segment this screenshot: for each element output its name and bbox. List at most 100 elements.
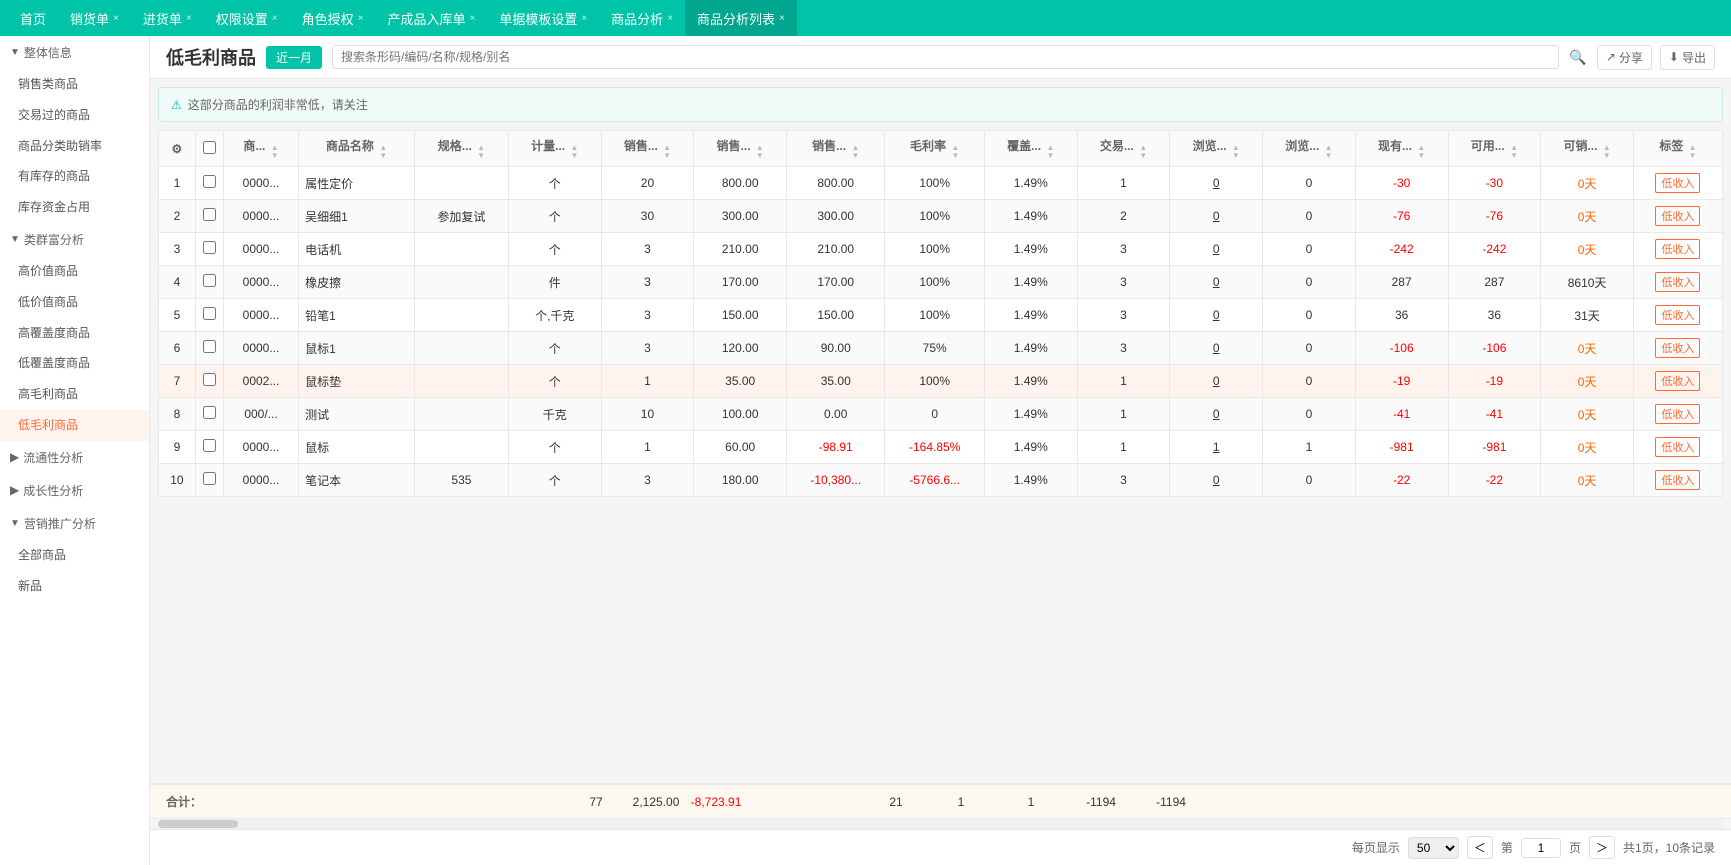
nav-close-role-auth[interactable]: × bbox=[358, 13, 364, 24]
sidebar-group-growth[interactable]: ▶ 成长性分析 bbox=[0, 474, 149, 507]
cell-sales-price: 35.00 bbox=[694, 365, 787, 398]
cell-gross-margin: 100% bbox=[885, 365, 984, 398]
nav-close-sales-order[interactable]: × bbox=[113, 13, 119, 24]
sidebar-group-circulation[interactable]: ▶ 流通性分析 bbox=[0, 441, 149, 474]
nav-sales-order[interactable]: 销货单 × bbox=[58, 0, 131, 36]
cell-view1[interactable]: 0 bbox=[1170, 398, 1263, 431]
cell-gross-margin: 75% bbox=[885, 332, 984, 365]
sidebar-group-overall[interactable]: ▼ 整体信息 bbox=[0, 36, 149, 69]
nav-purchase-order[interactable]: 进货单 × bbox=[131, 0, 204, 36]
sidebar-item-high-coverage[interactable]: 高覆盖度商品 bbox=[0, 318, 149, 349]
nav-close-analysis-list[interactable]: × bbox=[779, 13, 785, 24]
cell-view1[interactable]: 0 bbox=[1170, 200, 1263, 233]
nav-close-template[interactable]: × bbox=[581, 13, 587, 24]
cell-checkbox[interactable] bbox=[195, 332, 223, 365]
top-nav: 首页 销货单 × 进货单 × 权限设置 × 角色授权 × 产成品入库单 × 单据… bbox=[0, 0, 1731, 36]
cell-checkbox[interactable] bbox=[195, 266, 223, 299]
footer-current-stock: -1194 bbox=[1066, 795, 1136, 809]
sidebar-group-marketing[interactable]: ▼ 营销推广分析 bbox=[0, 507, 149, 540]
nav-close-purchase-order[interactable]: × bbox=[186, 13, 192, 24]
nav-home[interactable]: 首页 bbox=[8, 0, 58, 36]
col-tag: 标签 ▲▼ bbox=[1633, 131, 1722, 167]
sidebar-item-new-products[interactable]: 新品 bbox=[0, 571, 149, 602]
col-settings[interactable]: ⚙ bbox=[159, 131, 196, 167]
cell-unit: 个 bbox=[508, 365, 601, 398]
nav-template-settings[interactable]: 单据模板设置 × bbox=[487, 0, 599, 36]
nav-role-auth[interactable]: 角色授权 × bbox=[290, 0, 376, 36]
row-checkbox[interactable] bbox=[203, 307, 216, 320]
row-checkbox[interactable] bbox=[203, 439, 216, 452]
search-input[interactable] bbox=[332, 45, 1559, 69]
cell-trade-count: 3 bbox=[1077, 464, 1170, 497]
export-button[interactable]: ⬇ 导出 bbox=[1660, 45, 1715, 70]
col-view1: 浏览... ▲▼ bbox=[1170, 131, 1263, 167]
row-checkbox[interactable] bbox=[203, 175, 216, 188]
table-row: 5 0000... 铅笔1 个,千克 3 150.00 150.00 100% … bbox=[159, 299, 1723, 332]
sidebar-item-high-margin[interactable]: 高毛利商品 bbox=[0, 379, 149, 410]
cell-view1[interactable]: 0 bbox=[1170, 464, 1263, 497]
cell-view1[interactable]: 0 bbox=[1170, 332, 1263, 365]
cell-checkbox[interactable] bbox=[195, 200, 223, 233]
date-filter-button[interactable]: 近一月 bbox=[266, 46, 322, 69]
sidebar-item-all-products[interactable]: 全部商品 bbox=[0, 540, 149, 571]
col-coverage: 覆盖... ▲▼ bbox=[984, 131, 1077, 167]
next-page-button[interactable]: ＞ bbox=[1589, 836, 1615, 859]
cell-gross-margin: 100% bbox=[885, 299, 984, 332]
cell-view1[interactable]: 1 bbox=[1170, 431, 1263, 464]
cell-view1[interactable]: 0 bbox=[1170, 167, 1263, 200]
cell-checkbox[interactable] bbox=[195, 431, 223, 464]
table-row: 1 0000... 属性定价 个 20 800.00 800.00 100% 1… bbox=[159, 167, 1723, 200]
row-checkbox[interactable] bbox=[203, 340, 216, 353]
search-icon[interactable]: 🔍 bbox=[1569, 49, 1586, 66]
row-checkbox[interactable] bbox=[203, 208, 216, 221]
nav-product-analysis[interactable]: 商品分析 × bbox=[599, 0, 685, 36]
nav-close-product-analysis[interactable]: × bbox=[667, 13, 673, 24]
cell-view1[interactable]: 0 bbox=[1170, 365, 1263, 398]
cell-view1[interactable]: 0 bbox=[1170, 299, 1263, 332]
table-container[interactable]: ⚙ 商... ▲▼ 商品名称 ▲▼ 规格... ▲▼ 计量... ▲▼ 销售..… bbox=[158, 130, 1723, 783]
share-button[interactable]: ↗ 分享 bbox=[1597, 45, 1652, 70]
table-row: 3 0000... 电话机 个 3 210.00 210.00 100% 1.4… bbox=[159, 233, 1723, 266]
footer-cell-checkbox bbox=[258, 795, 286, 809]
cell-checkbox[interactable] bbox=[195, 464, 223, 497]
table-header-row: ⚙ 商... ▲▼ 商品名称 ▲▼ 规格... ▲▼ 计量... ▲▼ 销售..… bbox=[159, 131, 1723, 167]
row-checkbox[interactable] bbox=[203, 274, 216, 287]
select-all-checkbox[interactable] bbox=[203, 141, 216, 154]
nav-close-permission[interactable]: × bbox=[272, 13, 278, 24]
scrollbar-thumb[interactable] bbox=[158, 820, 238, 828]
cell-checkbox[interactable] bbox=[195, 167, 223, 200]
horizontal-scrollbar[interactable] bbox=[158, 819, 1723, 829]
cell-checkbox[interactable] bbox=[195, 299, 223, 332]
page-size-select[interactable]: 50 100 200 bbox=[1408, 837, 1459, 859]
cell-view1[interactable]: 0 bbox=[1170, 233, 1263, 266]
page-number-input[interactable] bbox=[1521, 838, 1561, 858]
sidebar-item-low-coverage[interactable]: 低覆盖度商品 bbox=[0, 348, 149, 379]
cell-checkbox[interactable] bbox=[195, 398, 223, 431]
row-checkbox[interactable] bbox=[203, 241, 216, 254]
cell-name: 鼠标 bbox=[299, 431, 415, 464]
sidebar-item-sales-products[interactable]: 销售类商品 bbox=[0, 69, 149, 100]
sidebar-item-capital-usage[interactable]: 库存资金占用 bbox=[0, 192, 149, 223]
table-row: 6 0000... 鼠标1 个 3 120.00 90.00 75% 1.49%… bbox=[159, 332, 1723, 365]
cell-view1[interactable]: 0 bbox=[1170, 266, 1263, 299]
nav-product-storage[interactable]: 产成品入库单 × bbox=[375, 0, 487, 36]
sidebar-item-stocked-products[interactable]: 有库存的商品 bbox=[0, 161, 149, 192]
cell-coverage: 1.49% bbox=[984, 365, 1077, 398]
row-checkbox[interactable] bbox=[203, 472, 216, 485]
prev-page-button[interactable]: ＜ bbox=[1467, 836, 1493, 859]
sidebar-item-traded-products[interactable]: 交易过的商品 bbox=[0, 100, 149, 131]
cell-checkbox[interactable] bbox=[195, 233, 223, 266]
nav-permission-settings[interactable]: 权限设置 × bbox=[204, 0, 290, 36]
sidebar-item-low-margin[interactable]: 低毛利商品 bbox=[0, 410, 149, 441]
nav-close-product-storage[interactable]: × bbox=[469, 13, 475, 24]
row-checkbox[interactable] bbox=[203, 406, 216, 419]
nav-product-analysis-list[interactable]: 商品分析列表 × bbox=[685, 0, 797, 36]
sidebar-item-category-rate[interactable]: 商品分类助销率 bbox=[0, 131, 149, 162]
sidebar-group-cluster[interactable]: ▼ 类群富分析 bbox=[0, 223, 149, 256]
cell-tag: 低收入 bbox=[1633, 200, 1722, 233]
cell-checkbox[interactable] bbox=[195, 365, 223, 398]
sidebar-item-high-value[interactable]: 高价值商品 bbox=[0, 256, 149, 287]
row-checkbox[interactable] bbox=[203, 373, 216, 386]
cell-tag: 低收入 bbox=[1633, 167, 1722, 200]
sidebar-item-low-value[interactable]: 低价值商品 bbox=[0, 287, 149, 318]
